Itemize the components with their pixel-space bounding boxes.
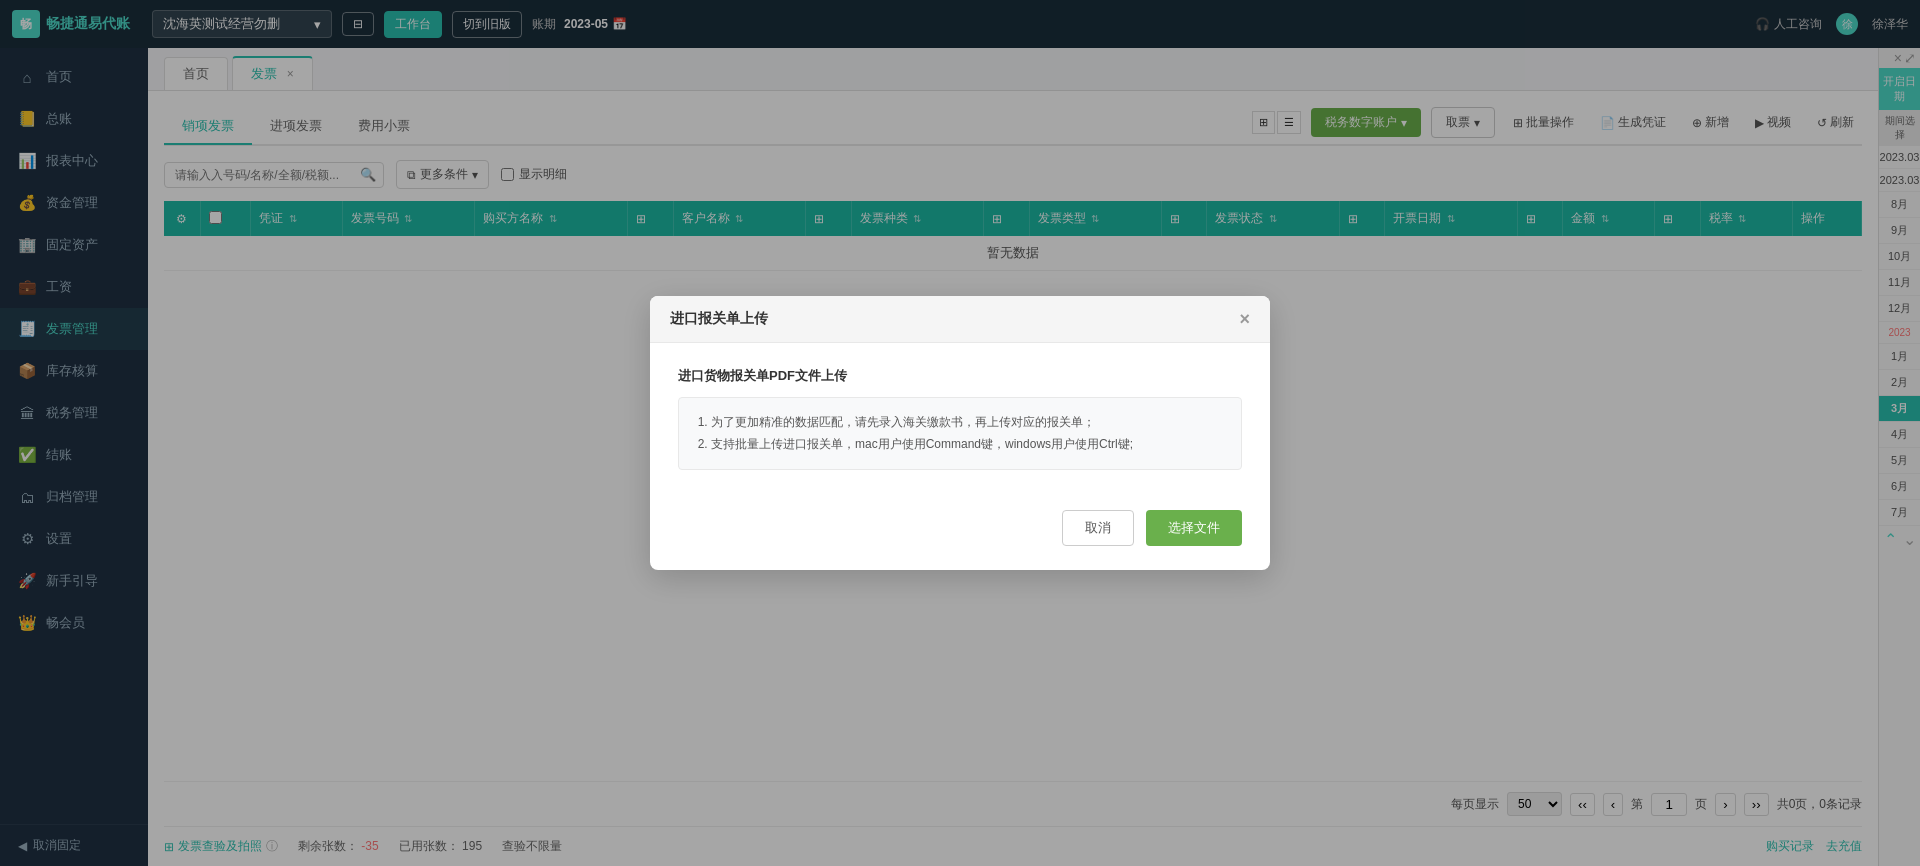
dialog-section-title: 进口货物报关单PDF文件上传 [678, 367, 1242, 385]
dialog-close-button[interactable]: × [1239, 310, 1250, 328]
instruction-item-1: 为了更加精准的数据匹配，请先录入海关缴款书，再上传对应的报关单； [711, 412, 1225, 434]
dialog-title: 进口报关单上传 [670, 310, 768, 328]
dialog-body: 进口货物报关单PDF文件上传 为了更加精准的数据匹配，请先录入海关缴款书，再上传… [650, 343, 1270, 494]
instruction-item-2: 支持批量上传进口报关单，mac用户使用Command键，windows用户使用C… [711, 434, 1225, 456]
import-customs-dialog: 进口报关单上传 × 进口货物报关单PDF文件上传 为了更加精准的数据匹配，请先录… [650, 296, 1270, 570]
dialog-overlay: 进口报关单上传 × 进口货物报关单PDF文件上传 为了更加精准的数据匹配，请先录… [0, 0, 1920, 866]
dialog-header: 进口报关单上传 × [650, 296, 1270, 343]
select-file-button[interactable]: 选择文件 [1146, 510, 1242, 546]
dialog-instructions: 为了更加精准的数据匹配，请先录入海关缴款书，再上传对应的报关单； 支持批量上传进… [678, 397, 1242, 470]
dialog-footer: 取消 选择文件 [650, 494, 1270, 570]
dialog-cancel-button[interactable]: 取消 [1062, 510, 1134, 546]
